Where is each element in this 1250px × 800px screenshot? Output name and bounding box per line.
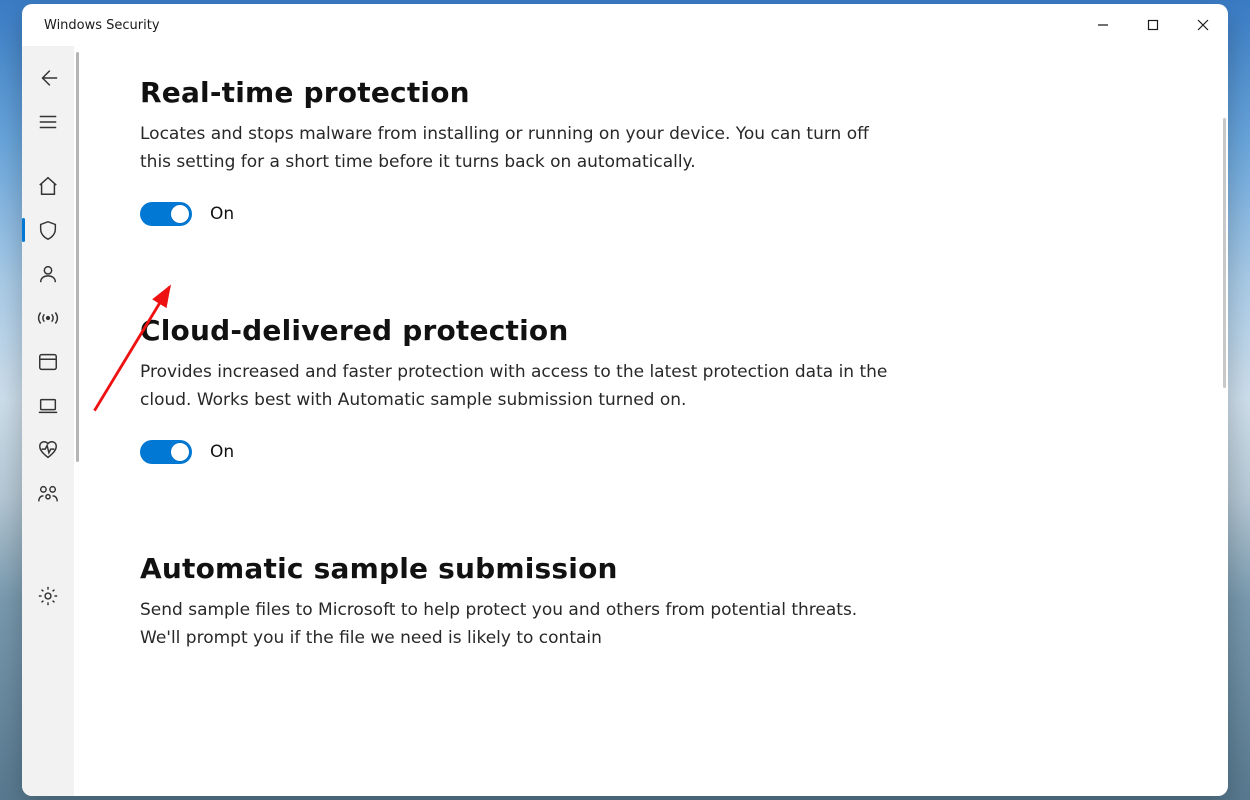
nav-device-performance[interactable] — [22, 428, 74, 472]
section-description: Locates and stops malware from installin… — [140, 121, 900, 176]
menu-button[interactable] — [22, 100, 74, 144]
back-button[interactable] — [22, 56, 74, 100]
home-icon — [37, 175, 59, 197]
toggle-state-label: On — [210, 204, 234, 224]
toggle-state-label: On — [210, 442, 234, 462]
back-icon — [37, 67, 59, 89]
family-icon — [37, 483, 59, 505]
nav-home[interactable] — [22, 164, 74, 208]
heart-pulse-icon — [37, 439, 59, 461]
minimize-icon — [1097, 19, 1109, 31]
window-controls — [1078, 4, 1228, 46]
cloud-protection-toggle[interactable] — [140, 440, 192, 464]
titlebar[interactable]: Windows Security — [22, 4, 1228, 46]
realtime-protection-toggle[interactable] — [140, 202, 192, 226]
window-title: Windows Security — [44, 18, 160, 33]
nav-rail — [22, 46, 74, 796]
section-title: Automatic sample submission — [140, 552, 900, 585]
toggle-knob — [171, 205, 189, 223]
toggle-knob — [171, 443, 189, 461]
section-title: Cloud-delivered protection — [140, 314, 900, 347]
nav-device-security[interactable] — [22, 384, 74, 428]
nav-app-browser-control[interactable] — [22, 340, 74, 384]
content-area: Real-time protection Locates and stops m… — [74, 46, 1228, 796]
section-description: Send sample files to Microsoft to help p… — [140, 597, 900, 652]
section-cloud-protection: Cloud-delivered protection Provides incr… — [140, 314, 900, 464]
nav-family-options[interactable] — [22, 472, 74, 516]
hamburger-icon — [37, 111, 59, 133]
section-sample-submission: Automatic sample submission Send sample … — [140, 552, 900, 652]
person-icon — [37, 263, 59, 285]
nav-virus-protection[interactable] — [22, 208, 74, 252]
antenna-icon — [37, 307, 59, 329]
nav-firewall[interactable] — [22, 296, 74, 340]
gear-icon — [37, 585, 59, 607]
section-realtime-protection: Real-time protection Locates and stops m… — [140, 76, 900, 226]
nav-account-protection[interactable] — [22, 252, 74, 296]
section-description: Provides increased and faster protection… — [140, 359, 900, 414]
content-scrollbar[interactable] — [1223, 118, 1226, 388]
laptop-icon — [37, 395, 59, 417]
nav-settings[interactable] — [22, 574, 74, 618]
shield-icon — [37, 219, 59, 241]
section-title: Real-time protection — [140, 76, 900, 109]
maximize-icon — [1147, 19, 1159, 31]
window: Windows Security — [22, 4, 1228, 796]
close-icon — [1197, 19, 1209, 31]
maximize-button[interactable] — [1128, 4, 1178, 46]
browser-icon — [37, 351, 59, 373]
close-button[interactable] — [1178, 4, 1228, 46]
minimize-button[interactable] — [1078, 4, 1128, 46]
